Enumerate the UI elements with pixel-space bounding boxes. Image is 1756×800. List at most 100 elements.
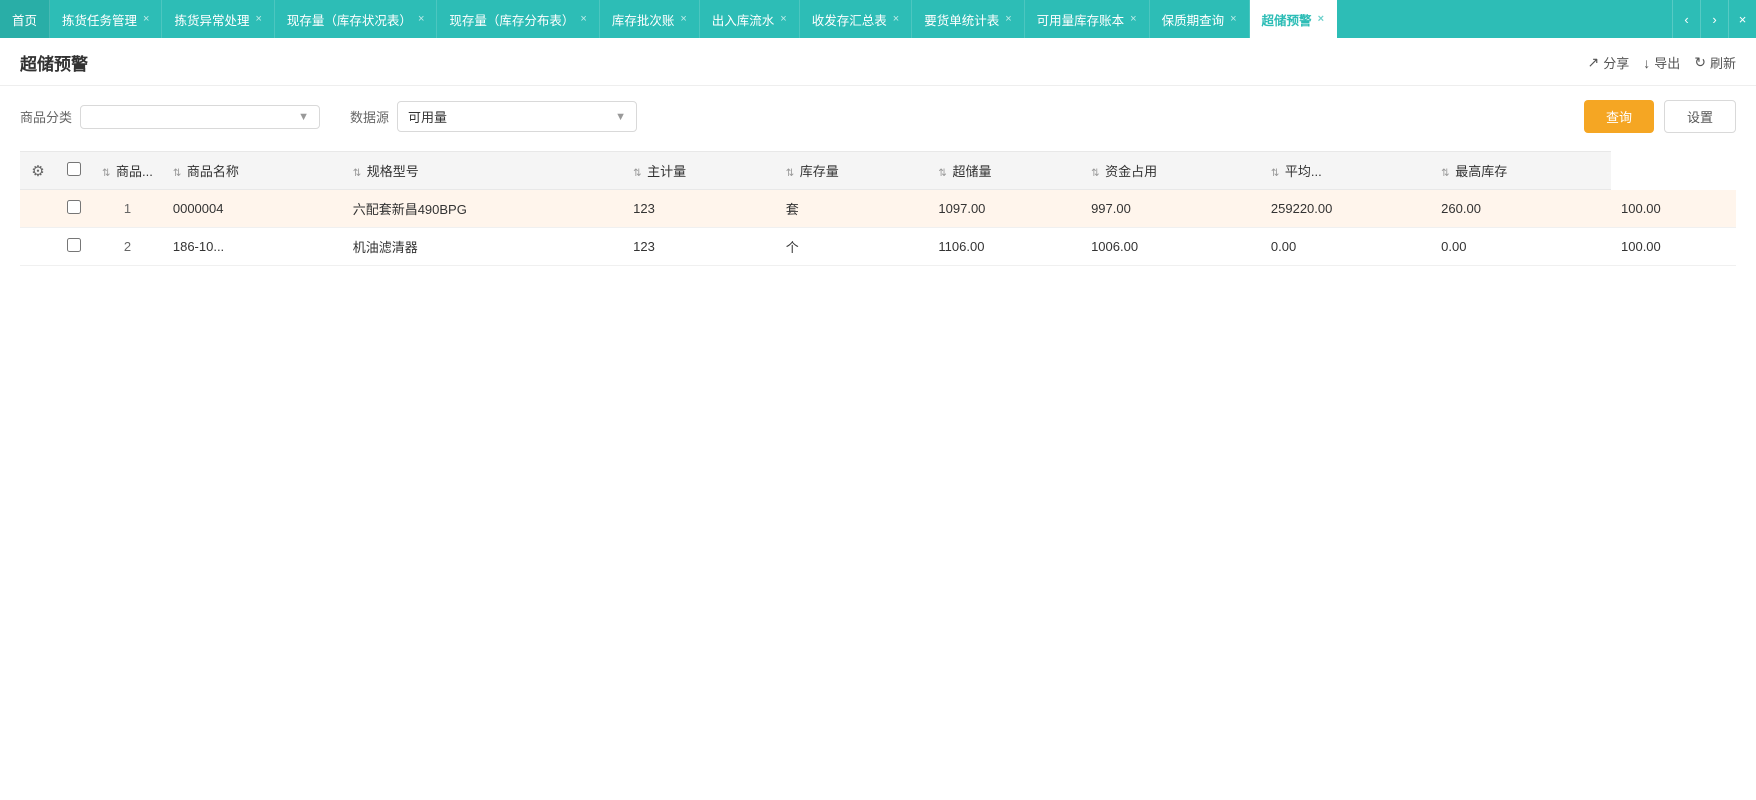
nav-inout-flow[interactable]: 出入库流水 ×	[700, 0, 800, 38]
category-filter: 商品分类 ▼	[20, 105, 320, 129]
row-checkbox-cell	[56, 228, 92, 266]
refresh-label: 刷新	[1710, 53, 1736, 72]
nav-overstock[interactable]: 超储预警 ×	[1250, 0, 1337, 38]
nav-stock-dist[interactable]: 现存量（库存分布表） ×	[437, 0, 599, 38]
nav-available-stock-close[interactable]: ×	[1130, 13, 1136, 25]
sort-max-icon: ⇅	[1441, 168, 1449, 179]
row-name-0: 六配套新昌490BPG	[343, 190, 623, 228]
refresh-button[interactable]: ↻ 刷新	[1694, 53, 1736, 72]
select-all-checkbox[interactable]	[67, 162, 81, 176]
datasource-select[interactable]: 可用量 ▼	[397, 101, 637, 132]
category-select[interactable]: ▼	[80, 105, 320, 129]
row-unit-1: 个	[776, 228, 929, 266]
category-label: 商品分类	[20, 107, 72, 126]
export-label: 导出	[1654, 53, 1680, 72]
nav-stock-status[interactable]: 现存量（库存状况表） ×	[275, 0, 437, 38]
datasource-select-value: 可用量	[408, 107, 607, 126]
sort-code-icon: ⇅	[102, 168, 110, 179]
category-select-arrow: ▼	[298, 111, 309, 123]
header-actions: ↗ 分享 ↓ 导出 ↻ 刷新	[1587, 53, 1736, 72]
col-capital[interactable]: ⇅ 资金占用	[1081, 152, 1261, 190]
row-spec-1: 123	[623, 228, 776, 266]
nav-batch-label: 库存批次账	[612, 10, 675, 29]
nav-batch[interactable]: 库存批次账 ×	[600, 0, 700, 38]
table-row: 1 0000004 六配套新昌490BPG 123 套 1097.00 997.…	[20, 190, 1736, 228]
nav-available-stock-label: 可用量库存账本	[1037, 10, 1125, 29]
nav-available-stock[interactable]: 可用量库存账本 ×	[1025, 0, 1150, 38]
datasource-select-arrow: ▼	[615, 111, 626, 123]
nav-recv-send[interactable]: 收发存汇总表 ×	[800, 0, 912, 38]
share-button[interactable]: ↗ 分享	[1587, 53, 1629, 72]
sort-overstock-icon: ⇅	[938, 168, 946, 179]
row-checkbox-cell	[56, 190, 92, 228]
nav-prev-button[interactable]: ‹	[1672, 0, 1700, 38]
nav-expiry[interactable]: 保质期查询 ×	[1150, 0, 1250, 38]
col-name[interactable]: ⇅ 商品名称	[163, 152, 343, 190]
sort-spec-icon: ⇅	[353, 168, 361, 179]
row-avg-1: 0.00	[1431, 228, 1611, 266]
col-avg[interactable]: ⇅ 平均...	[1261, 152, 1431, 190]
nav-task-mgmt[interactable]: 拣货任务管理 ×	[50, 0, 162, 38]
col-name-label: 商品名称	[187, 164, 239, 179]
nav-arrows: ‹ › ×	[1672, 0, 1756, 38]
col-spec[interactable]: ⇅ 规格型号	[343, 152, 623, 190]
row-stock-1: 1106.00	[928, 228, 1081, 266]
share-label: 分享	[1603, 53, 1629, 72]
sort-stock-icon: ⇅	[786, 168, 794, 179]
export-button[interactable]: ↓ 导出	[1643, 53, 1680, 72]
datasource-label: 数据源	[350, 107, 389, 126]
row-capital-1: 0.00	[1261, 228, 1431, 266]
page-header: 超储预警 ↗ 分享 ↓ 导出 ↻ 刷新	[0, 38, 1756, 86]
nav-inout-flow-label: 出入库流水	[712, 10, 775, 29]
nav-overstock-close[interactable]: ×	[1318, 13, 1324, 25]
row-overstock-1: 1006.00	[1081, 228, 1261, 266]
nav-home[interactable]: 首页	[0, 0, 50, 38]
filter-bar: 商品分类 ▼ 数据源 可用量 ▼ 查询 设置	[0, 86, 1756, 143]
row-num-1: 2	[92, 228, 163, 266]
settings-button[interactable]: 设置	[1664, 100, 1736, 133]
col-checkbox	[56, 152, 92, 190]
nav-exception-close[interactable]: ×	[255, 13, 261, 25]
nav-more-button[interactable]: ×	[1728, 0, 1756, 38]
nav-home-label: 首页	[12, 10, 37, 29]
nav-next-button[interactable]: ›	[1700, 0, 1728, 38]
nav-stock-dist-close[interactable]: ×	[580, 13, 586, 25]
table-settings-gear-icon[interactable]: ⚙	[31, 163, 44, 180]
nav-order-stat[interactable]: 要货单统计表 ×	[912, 0, 1024, 38]
page-title: 超储预警	[20, 50, 88, 75]
nav-recv-send-label: 收发存汇总表	[812, 10, 887, 29]
sort-capital-icon: ⇅	[1091, 168, 1099, 179]
col-settings: ⚙	[20, 152, 56, 190]
col-avg-label: 平均...	[1285, 164, 1322, 179]
nav-recv-send-close[interactable]: ×	[893, 13, 899, 25]
row-checkbox-1[interactable]	[67, 238, 81, 252]
col-overstock[interactable]: ⇅ 超储量	[928, 152, 1081, 190]
datasource-filter: 数据源 可用量 ▼	[350, 101, 637, 132]
nav-exception[interactable]: 拣货异常处理 ×	[162, 0, 274, 38]
nav-inout-flow-close[interactable]: ×	[780, 13, 786, 25]
col-code[interactable]: ⇅ 商品...	[92, 152, 163, 190]
row-code-1: 186-10...	[163, 228, 343, 266]
col-code-label: 商品...	[116, 164, 153, 179]
nav-expiry-close[interactable]: ×	[1230, 13, 1236, 25]
row-checkbox-0[interactable]	[67, 200, 81, 214]
col-unit[interactable]: ⇅ 主计量	[623, 152, 776, 190]
nav-exception-label: 拣货异常处理	[174, 10, 249, 29]
nav-order-stat-close[interactable]: ×	[1005, 13, 1011, 25]
nav-overstock-label: 超储预警	[1262, 10, 1312, 29]
nav-batch-close[interactable]: ×	[680, 13, 686, 25]
nav-task-mgmt-close[interactable]: ×	[143, 13, 149, 25]
row-num-0: 1	[92, 190, 163, 228]
col-unit-label: 主计量	[647, 164, 686, 179]
row-code-0: 0000004	[163, 190, 343, 228]
nav-stock-status-close[interactable]: ×	[418, 13, 424, 25]
query-button[interactable]: 查询	[1584, 100, 1654, 133]
filter-action-buttons: 查询 设置	[1584, 100, 1736, 133]
row-avg-0: 260.00	[1431, 190, 1611, 228]
col-max-label: 最高库存	[1455, 164, 1507, 179]
nav-stock-status-label: 现存量（库存状况表）	[287, 10, 412, 29]
sort-avg-icon: ⇅	[1271, 168, 1279, 179]
col-stock[interactable]: ⇅ 库存量	[776, 152, 929, 190]
col-max[interactable]: ⇅ 最高库存	[1431, 152, 1611, 190]
nav-stock-dist-label: 现存量（库存分布表）	[449, 10, 574, 29]
